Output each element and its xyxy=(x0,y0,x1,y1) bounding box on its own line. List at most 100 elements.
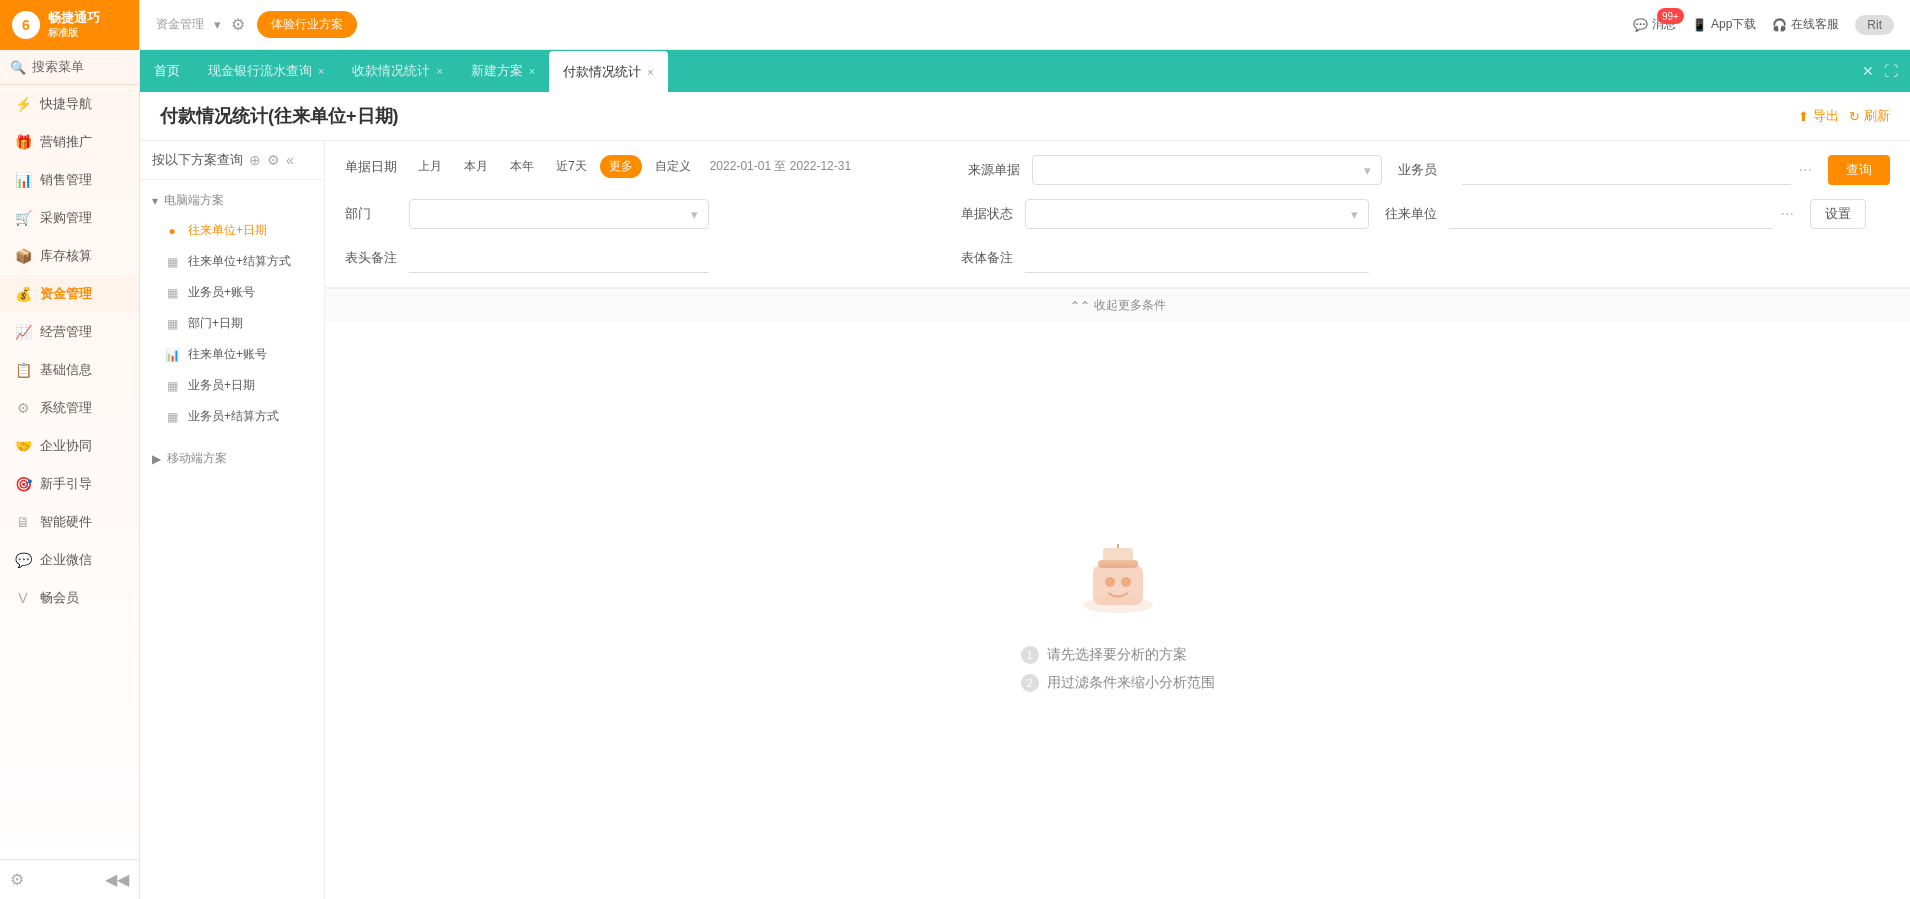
scheme-grid-icon-3: ▦ xyxy=(164,316,180,332)
trial-btn[interactable]: 体验行业方案 xyxy=(257,11,357,38)
filter-area: 单据日期 上月 本月 本年 近7天 更多 自定义 2022-01-01 至 20… xyxy=(325,141,1910,899)
tab-receipt-stat[interactable]: 收款情况统计 × xyxy=(338,50,456,92)
sidebar-item-inventory[interactable]: 📦 库存核算 xyxy=(0,237,139,275)
user-avatar[interactable]: Rit xyxy=(1855,15,1894,35)
dept-label: 部门 xyxy=(345,205,401,223)
scheme-item-staff-settle[interactable]: ▦ 业务员+结算方式 xyxy=(140,401,324,432)
query-btn[interactable]: 查询 xyxy=(1828,155,1890,185)
tab-home[interactable]: 首页 xyxy=(140,50,194,92)
scheme-item-unit-account[interactable]: 📊 往来单位+账号 xyxy=(140,339,324,370)
status-select[interactable]: ▾ xyxy=(1025,199,1370,229)
svg-rect-5 xyxy=(1103,548,1133,562)
scheme-item-unit-settle[interactable]: ▦ 往来单位+结算方式 xyxy=(140,246,324,277)
date-range-text: 2022-01-01 至 2022-12-31 xyxy=(710,158,851,175)
tab-close-receipt-stat[interactable]: × xyxy=(436,65,442,77)
scheme-collapse-icon[interactable]: « xyxy=(286,152,294,168)
filter-actions: 查询 xyxy=(1828,155,1890,185)
topbar-dropdown-icon[interactable]: ▾ xyxy=(214,17,221,32)
sidebar-item-wechat[interactable]: 💬 企业微信 xyxy=(0,541,139,579)
scheme-grid-icon-4: ▦ xyxy=(164,378,180,394)
chip-this-year[interactable]: 本年 xyxy=(501,155,543,178)
head-note-field: 表头备注 xyxy=(345,243,945,273)
chip-last-month[interactable]: 上月 xyxy=(409,155,451,178)
dept-select[interactable]: ▾ xyxy=(409,199,709,229)
scheme-item-unit-date[interactable]: ● 往来单位+日期 xyxy=(140,215,324,246)
scheme-item-dept-date[interactable]: ▦ 部门+日期 xyxy=(140,308,324,339)
unit-ellipsis-icon[interactable]: ··· xyxy=(1781,205,1794,223)
chip-custom[interactable]: 自定义 xyxy=(646,155,700,178)
sidebar: 6 畅捷通巧 标准版 🔍 搜索菜单 ⚡ 快捷导航 🎁 营销推广 📊 销售管理 🛒… xyxy=(0,0,140,899)
sidebar-item-member[interactable]: V 畅会员 xyxy=(0,579,139,617)
finance-icon: 💰 xyxy=(14,285,32,303)
chip-this-month[interactable]: 本月 xyxy=(455,155,497,178)
tab-close-all-btn[interactable]: ✕ xyxy=(1858,59,1878,83)
cooperation-icon: 🤝 xyxy=(14,437,32,455)
scheme-item-staff-account[interactable]: ▦ 业务员+账号 xyxy=(140,277,324,308)
scheme-settings-icon[interactable]: ⚙ xyxy=(267,152,280,168)
tab-payment-stat[interactable]: 付款情况统计 × xyxy=(549,51,667,92)
sidebar-item-cooperation[interactable]: 🤝 企业协同 xyxy=(0,427,139,465)
head-note-input[interactable] xyxy=(415,250,703,265)
tab-expand-btn[interactable]: ⛶ xyxy=(1880,59,1902,83)
service-icon: 🎧 xyxy=(1772,18,1787,32)
sidebar-nav: ⚡ 快捷导航 🎁 营销推广 📊 销售管理 🛒 采购管理 📦 库存核算 💰 资金管… xyxy=(0,85,139,859)
app-logo: 6 畅捷通巧 标准版 xyxy=(0,0,139,50)
staff-input[interactable] xyxy=(1468,162,1785,177)
search-icon: 🔍 xyxy=(10,60,26,75)
sidebar-item-basic[interactable]: 📋 基础信息 xyxy=(0,351,139,389)
messages-action[interactable]: 💬 消息 99+ xyxy=(1633,16,1676,33)
sales-icon: 📊 xyxy=(14,171,32,189)
refresh-btn[interactable]: ↻ 刷新 xyxy=(1849,107,1890,125)
tab-close-new-scheme[interactable]: × xyxy=(529,65,535,77)
empty-text: 1 请先选择要分析的方案 2 用过滤条件来缩小分析范围 xyxy=(1021,646,1215,692)
scheme-item-staff-date[interactable]: ▦ 业务员+日期 xyxy=(140,370,324,401)
scheme-header-title: 按以下方案查询 xyxy=(152,151,243,169)
online-service-action[interactable]: 🎧 在线客服 xyxy=(1772,16,1839,33)
settings-btn[interactable]: 设置 xyxy=(1810,199,1866,229)
collapse-bar[interactable]: ⌃⌃ 收起更多条件 xyxy=(325,288,1910,322)
empty-illustration xyxy=(1068,530,1168,630)
tab-close-bank-flow[interactable]: × xyxy=(318,65,324,77)
sidebar-item-purchase[interactable]: 🛒 采购管理 xyxy=(0,199,139,237)
tab-bank-flow[interactable]: 现金银行流水查询 × xyxy=(194,50,338,92)
scheme-mobile-label[interactable]: ▶ 移动端方案 xyxy=(140,444,324,473)
source-select[interactable]: ▾ xyxy=(1032,155,1382,185)
unit-label: 往来单位 xyxy=(1385,205,1441,223)
export-btn[interactable]: ⬆ 导出 xyxy=(1798,107,1839,125)
staff-ellipsis-icon[interactable]: ··· xyxy=(1799,161,1812,179)
scheme-desktop-label[interactable]: ▾ 电脑端方案 xyxy=(140,186,324,215)
tab-close-payment-stat[interactable]: × xyxy=(647,66,653,78)
topbar: 资金管理 ▾ ⚙ 体验行业方案 💬 消息 99+ 📱 App下载 🎧 在线客服 … xyxy=(140,0,1910,50)
search-menu[interactable]: 🔍 搜索菜单 xyxy=(0,50,139,85)
unit-input[interactable] xyxy=(1455,206,1766,221)
guide-icon: 🎯 xyxy=(14,475,32,493)
sidebar-item-marketing[interactable]: 🎁 营销推广 xyxy=(0,123,139,161)
chip-more[interactable]: 更多 xyxy=(600,155,642,178)
collapse-up-icon: ⌃⌃ xyxy=(1070,299,1090,313)
empty-text-item-2: 2 用过滤条件来缩小分析范围 xyxy=(1021,674,1215,692)
tab-new-scheme[interactable]: 新建方案 × xyxy=(457,50,549,92)
app-download-action[interactable]: 📱 App下载 xyxy=(1692,16,1756,33)
chip-7days[interactable]: 近7天 xyxy=(547,155,596,178)
scheme-add-icon[interactable]: ⊕ xyxy=(249,152,261,168)
sidebar-item-sales[interactable]: 📊 销售管理 xyxy=(0,161,139,199)
body-note-input[interactable] xyxy=(1031,250,1364,265)
body-note-input-box xyxy=(1025,243,1370,273)
sidebar-collapse-icon[interactable]: ◀◀ xyxy=(105,870,129,889)
sidebar-item-guide[interactable]: 🎯 新手引导 xyxy=(0,465,139,503)
scheme-mobile-group: ▶ 移动端方案 xyxy=(140,438,324,479)
sidebar-item-hardware[interactable]: 🖥 智能硬件 xyxy=(0,503,139,541)
sidebar-item-operation[interactable]: 📈 经营管理 xyxy=(0,313,139,351)
sidebar-item-finance[interactable]: 💰 资金管理 xyxy=(0,275,139,313)
chevron-down-icon: ▾ xyxy=(152,194,158,208)
topbar-settings-icon[interactable]: ⚙ xyxy=(231,15,245,34)
quick-nav-icon: ⚡ xyxy=(14,95,32,113)
chevron-right-icon: ▶ xyxy=(152,452,161,466)
sidebar-item-quick-nav[interactable]: ⚡ 快捷导航 xyxy=(0,85,139,123)
filter-row-2: 部门 ▾ 单据状态 ▾ 往来单位 xyxy=(345,199,1890,229)
sidebar-item-system[interactable]: ⚙ 系统管理 xyxy=(0,389,139,427)
body-note-field: 表体备注 xyxy=(961,243,1370,273)
sidebar-settings-icon[interactable]: ⚙ xyxy=(10,870,24,889)
unit-field: 往来单位 ··· xyxy=(1385,199,1794,229)
topbar-left: 资金管理 ▾ ⚙ xyxy=(156,15,245,34)
